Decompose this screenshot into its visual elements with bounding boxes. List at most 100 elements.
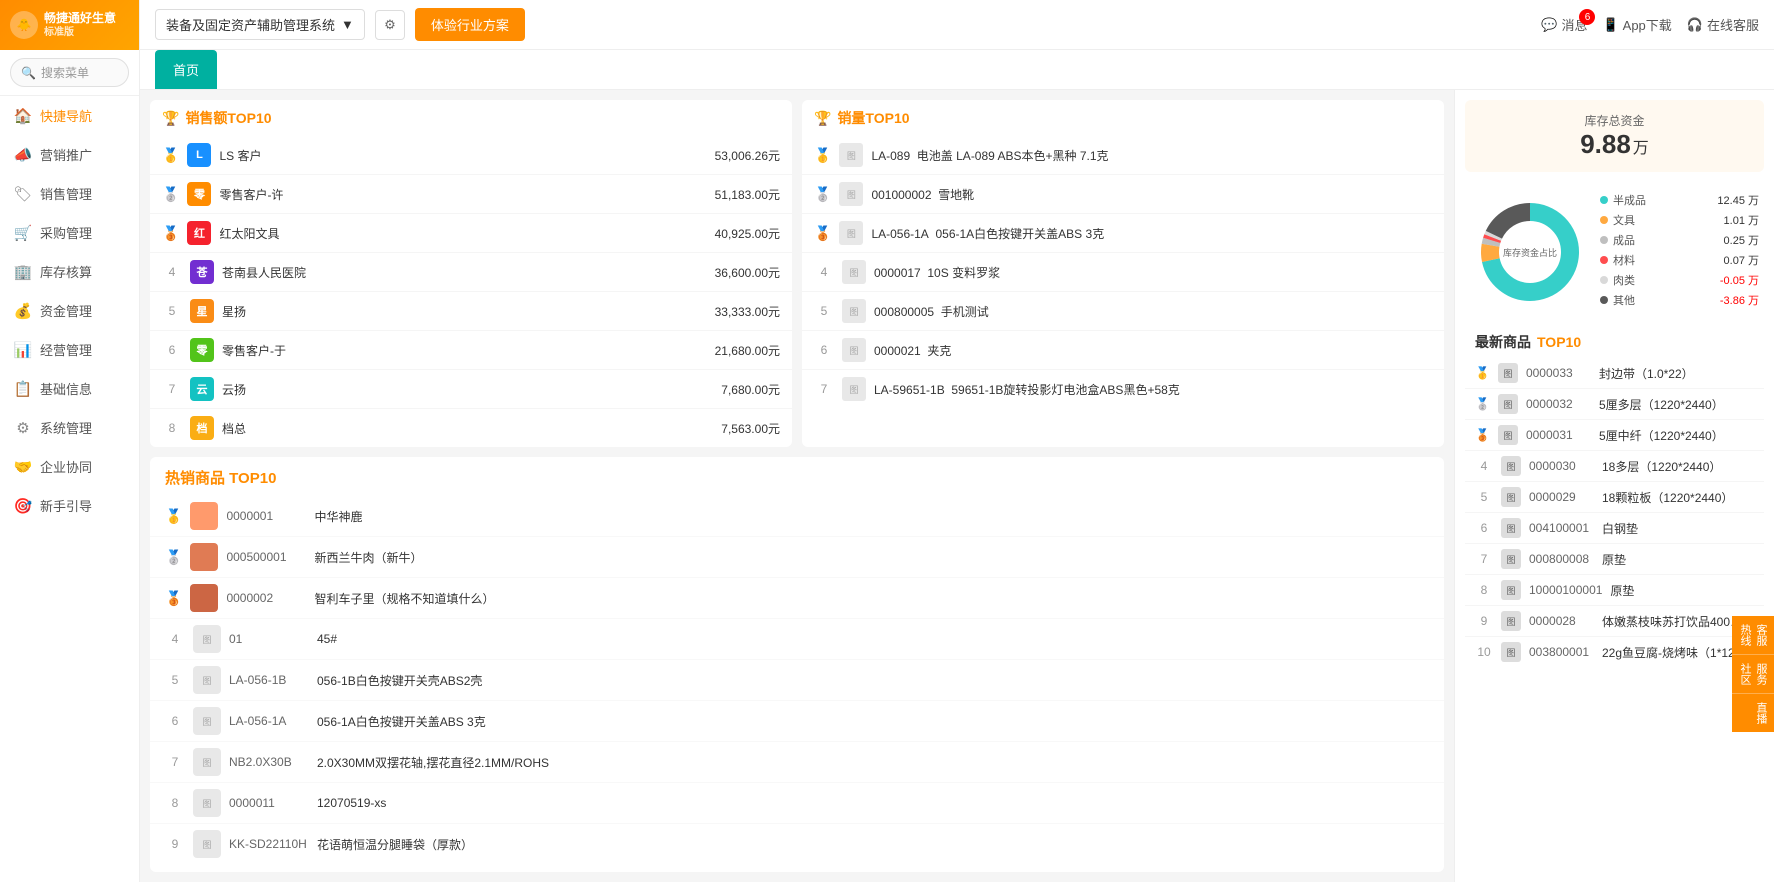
logo-icon: 🐥 [10,11,38,39]
medal-icon: 🥇 [162,147,179,164]
message-button[interactable]: 💬 消息 6 [1541,15,1587,34]
sidebar-item-10[interactable]: 🎯 新手引导 [0,486,139,525]
product-thumb: 图 [1501,580,1521,600]
app-download-button[interactable]: 📱 App下载 [1602,15,1671,34]
customer-avatar: 红 [187,221,211,245]
product-name: 056-1A白色按键开关盖ABS 3克 [317,713,1429,730]
product-code: 0000033 [1526,366,1591,380]
legend-color [1600,196,1608,204]
product-count-row: 6 图 0000021 夹克 [802,331,1444,370]
sidebar-item-0[interactable]: 🏠 快捷导航 [0,96,139,135]
right-panel: 库存总资金 9.88 万 [1454,90,1774,882]
sidebar-item-9[interactable]: 🤝 企业协同 [0,447,139,486]
system-name-label: 装备及固定资产辅助管理系统 [166,15,335,34]
trial-button[interactable]: 体验行业方案 [415,8,525,41]
product-thumb: 图 [1498,425,1518,445]
customer-sales-row: 🥇 L LS 客户 53,006.26元 [150,136,792,175]
sidebar-item-4[interactable]: 🏢 库存核算 [0,252,139,291]
product-name: 18多层（1220*2440） [1602,458,1754,475]
product-thumb: 图 [193,830,221,858]
product-name: 0000021 夹克 [874,342,1432,359]
nav-icon-0: 🏠 [14,107,32,125]
nav-label-7: 基础信息 [40,379,92,398]
customer-sales-row: 5 星 星扬 33,333.00元 [150,292,792,331]
sidebar-item-2[interactable]: 🏷 销售管理 [0,174,139,213]
online-service-button[interactable]: 🎧 在线客服 [1687,15,1759,34]
product-thumb: 图 [1501,611,1521,631]
rank-number: 5 [1475,490,1493,504]
medal-icon: 🥇 [165,508,182,525]
product-thumb: 图 [193,789,221,817]
product-name: 001000002 雪地靴 [871,186,1432,203]
content-scroll: 🏆 销售额TOP10 🥇 L LS 客户 53,006.26元 🥈 零 零售客户… [140,90,1454,882]
medal-icon: 🥈 [814,186,831,203]
rank-number: 7 [162,382,182,396]
product-count-row: 4 图 0000017 10S 变料罗浆 [802,253,1444,292]
rank-number: 6 [162,343,182,357]
main-area: 装备及固定资产辅助管理系统 ▼ ⚙ 体验行业方案 💬 消息 6 📱 App下载 … [140,0,1774,882]
customer-sales-row: 8 档 档总 7,563.00元 [150,409,792,447]
tab-home[interactable]: 首页 [155,50,217,89]
legend-label: 肉类 [1613,272,1715,288]
product-name: 5厘多层（1220*2440） [1599,396,1754,413]
nav-icon-9: 🤝 [14,458,32,476]
customer-value: 7,680.00元 [721,381,780,398]
legend-label: 文具 [1613,212,1719,228]
product-thumb: 图 [193,625,221,653]
inventory-donut-chart: 库存资金占比 [1470,192,1590,312]
message-badge: 6 [1579,9,1595,25]
hot-product-row: 6 图 LA-056-1A 056-1A白色按键开关盖ABS 3克 [150,701,1444,742]
rank-number: 5 [162,304,182,318]
topbar-right: 💬 消息 6 📱 App下载 🎧 在线客服 [1541,15,1759,34]
system-name-selector[interactable]: 装备及固定资产辅助管理系统 ▼ [155,9,365,40]
latest-products-title: 最新商品 [1475,332,1531,352]
product-name: 花语萌恒温分腿睡袋（厚款） [317,836,1429,853]
legend-value: 0.25 万 [1724,232,1759,248]
customer-avatar: 零 [190,338,214,362]
legend-label: 成品 [1613,232,1719,248]
rank-number: 4 [165,632,185,646]
sidebar-item-8[interactable]: ⚙ 系统管理 [0,408,139,447]
rank-number: 6 [165,714,185,728]
product-name: 18颗粒板（1220*2440） [1602,489,1754,506]
sidebar-item-5[interactable]: 💰 资金管理 [0,291,139,330]
float-live-button[interactable]: 直播 [1732,694,1774,732]
nav-label-6: 经营管理 [40,340,92,359]
nav-label-4: 库存核算 [40,262,92,281]
product-count-header: 🏆 销量TOP10 [802,100,1444,136]
hot-product-row: 🥈 000500001 新西兰牛肉（新牛） [150,537,1444,578]
donut-label: 库存资金占比 [1503,247,1557,258]
product-thumb: 图 [193,666,221,694]
search-menu-button[interactable]: 🔍 搜索菜单 [10,58,129,87]
legend-item: 文具 1.01 万 [1600,212,1759,228]
float-service-button[interactable]: 客服热线 [1732,616,1774,655]
product-name: 封边带（1.0*22） [1599,365,1754,382]
inventory-total-label: 库存总资金 [1480,112,1749,129]
rank-number: 6 [1475,521,1493,535]
hot-product-row: 4 图 01 45# [150,619,1444,660]
latest-product-row: 🥇 图 0000033 封边带（1.0*22） [1465,358,1764,389]
product-code: 000800008 [1529,552,1594,566]
sidebar-item-6[interactable]: 📊 经营管理 [0,330,139,369]
product-name: 056-1B白色按键开关壳ABS2壳 [317,672,1429,689]
legend-color [1600,296,1608,304]
sidebar: 🐥 畅捷通好生意 标准版 🔍 搜索菜单 🏠 快捷导航 📣 营销推广 🏷 销售管理… [0,0,140,882]
medal-icon: 🥇 [814,147,831,164]
sidebar-item-7[interactable]: 📋 基础信息 [0,369,139,408]
float-community-button[interactable]: 服务社区 [1732,655,1774,694]
search-menu-label: 搜索菜单 [41,64,89,81]
nav-icon-5: 💰 [14,302,32,320]
sidebar-nav: 🏠 快捷导航 📣 营销推广 🏷 销售管理 🛒 采购管理 🏢 库存核算 💰 资金管… [0,96,139,525]
nav-icon-6: 📊 [14,341,32,359]
settings-button[interactable]: ⚙ [375,10,405,40]
sidebar-item-3[interactable]: 🛒 采购管理 [0,213,139,252]
customer-avatar: 星 [190,299,214,323]
product-thumb: 图 [1498,394,1518,414]
customer-sales-header: 🏆 销售额TOP10 [150,100,792,136]
sidebar-item-1[interactable]: 📣 营销推广 [0,135,139,174]
product-code: LA-056-1B [229,673,309,687]
rank-number: 5 [814,304,834,318]
nav-icon-10: 🎯 [14,497,32,515]
product-code: 0000031 [1526,428,1591,442]
customer-avatar: 苍 [190,260,214,284]
